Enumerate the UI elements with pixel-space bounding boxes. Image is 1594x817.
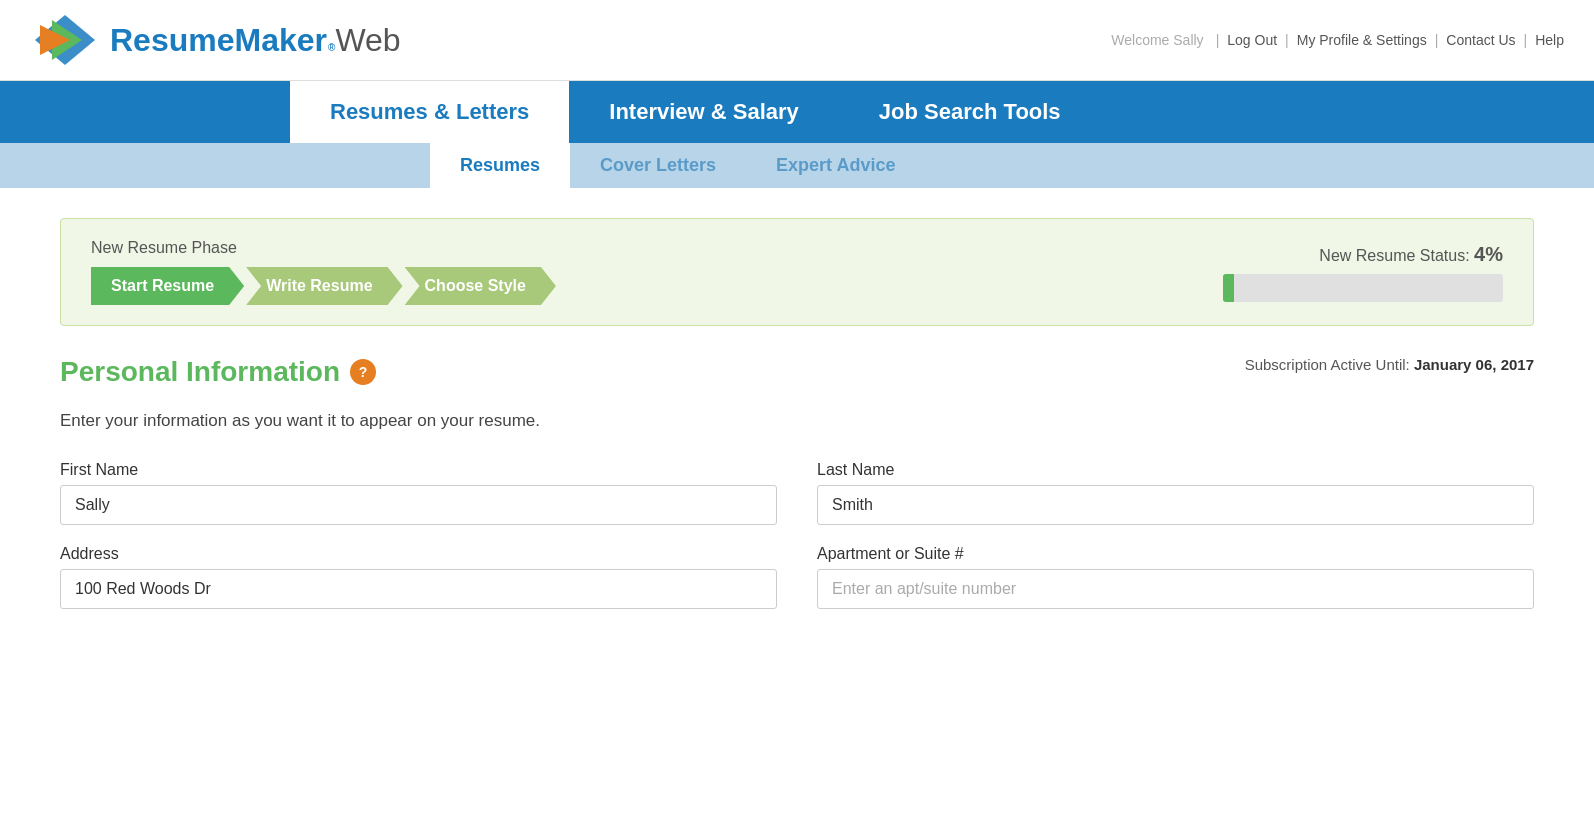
apartment-input[interactable] [817, 569, 1534, 609]
phase-label: New Resume Phase [91, 239, 1203, 257]
primary-nav: Resumes & Letters Interview & Salary Job… [0, 81, 1594, 143]
main-content: New Resume Phase Start Resume Write Resu… [0, 188, 1594, 659]
nav-resumes-letters[interactable]: Resumes & Letters [290, 81, 569, 143]
apartment-label: Apartment or Suite # [817, 545, 1534, 563]
last-name-input[interactable] [817, 485, 1534, 525]
address-label: Address [60, 545, 777, 563]
contact-us-link[interactable]: Contact Us [1446, 32, 1515, 48]
phase-left: New Resume Phase Start Resume Write Resu… [91, 239, 1203, 305]
phase-right: New Resume Status: 4% [1203, 243, 1503, 302]
status-label: New Resume Status: 4% [1203, 243, 1503, 266]
address-input[interactable] [60, 569, 777, 609]
logo-registered: ® [328, 42, 335, 53]
first-name-label: First Name [60, 461, 777, 479]
form-group-address: Address [60, 545, 777, 609]
secondary-nav: Resumes Cover Letters Expert Advice [0, 143, 1594, 188]
phase-box: New Resume Phase Start Resume Write Resu… [60, 218, 1534, 326]
subnav-expert-advice[interactable]: Expert Advice [746, 143, 925, 188]
logo-resume: ResumeMaker [110, 22, 327, 59]
phase-steps: Start Resume Write Resume Choose Style [91, 267, 1203, 305]
help-icon[interactable]: ? [350, 359, 376, 385]
logo-web: Web [335, 22, 400, 59]
section-header-row: Personal Information ? Subscription Acti… [60, 356, 1534, 396]
phase-step-style[interactable]: Choose Style [405, 267, 556, 305]
logo-icon [30, 10, 100, 70]
form-row-name: First Name Last Name [60, 461, 1534, 525]
progress-bar-container [1223, 274, 1503, 302]
form-row-address: Address Apartment or Suite # [60, 545, 1534, 609]
nav-interview-salary[interactable]: Interview & Salary [569, 81, 839, 143]
logout-link[interactable]: Log Out [1227, 32, 1277, 48]
last-name-label: Last Name [817, 461, 1534, 479]
phase-step-start[interactable]: Start Resume [91, 267, 244, 305]
first-name-input[interactable] [60, 485, 777, 525]
help-link[interactable]: Help [1535, 32, 1564, 48]
subnav-resumes[interactable]: Resumes [430, 143, 570, 188]
profile-settings-link[interactable]: My Profile & Settings [1297, 32, 1427, 48]
nav-job-search-tools[interactable]: Job Search Tools [839, 81, 1101, 143]
logo-area: ResumeMaker® Web [30, 10, 401, 70]
description-text: Enter your information as you want it to… [60, 411, 1534, 431]
form-group-apartment: Apartment or Suite # [817, 545, 1534, 609]
form-group-last-name: Last Name [817, 461, 1534, 525]
subscription-date: January 06, 2017 [1414, 356, 1534, 373]
logo-text: ResumeMaker® Web [110, 22, 401, 59]
welcome-text: Welcome Sally [1111, 32, 1203, 48]
progress-bar-fill [1223, 274, 1234, 302]
header: ResumeMaker® Web Welcome Sally | Log Out… [0, 0, 1594, 81]
personal-info-title: Personal Information [60, 356, 340, 388]
subscription-info: Subscription Active Until: January 06, 2… [1245, 356, 1534, 373]
form-group-first-name: First Name [60, 461, 777, 525]
status-percent: 4% [1474, 243, 1503, 265]
section-title: Personal Information ? [60, 356, 376, 388]
header-nav: Welcome Sally | Log Out | My Profile & S… [1107, 32, 1564, 48]
subnav-cover-letters[interactable]: Cover Letters [570, 143, 746, 188]
phase-step-write[interactable]: Write Resume [246, 267, 402, 305]
